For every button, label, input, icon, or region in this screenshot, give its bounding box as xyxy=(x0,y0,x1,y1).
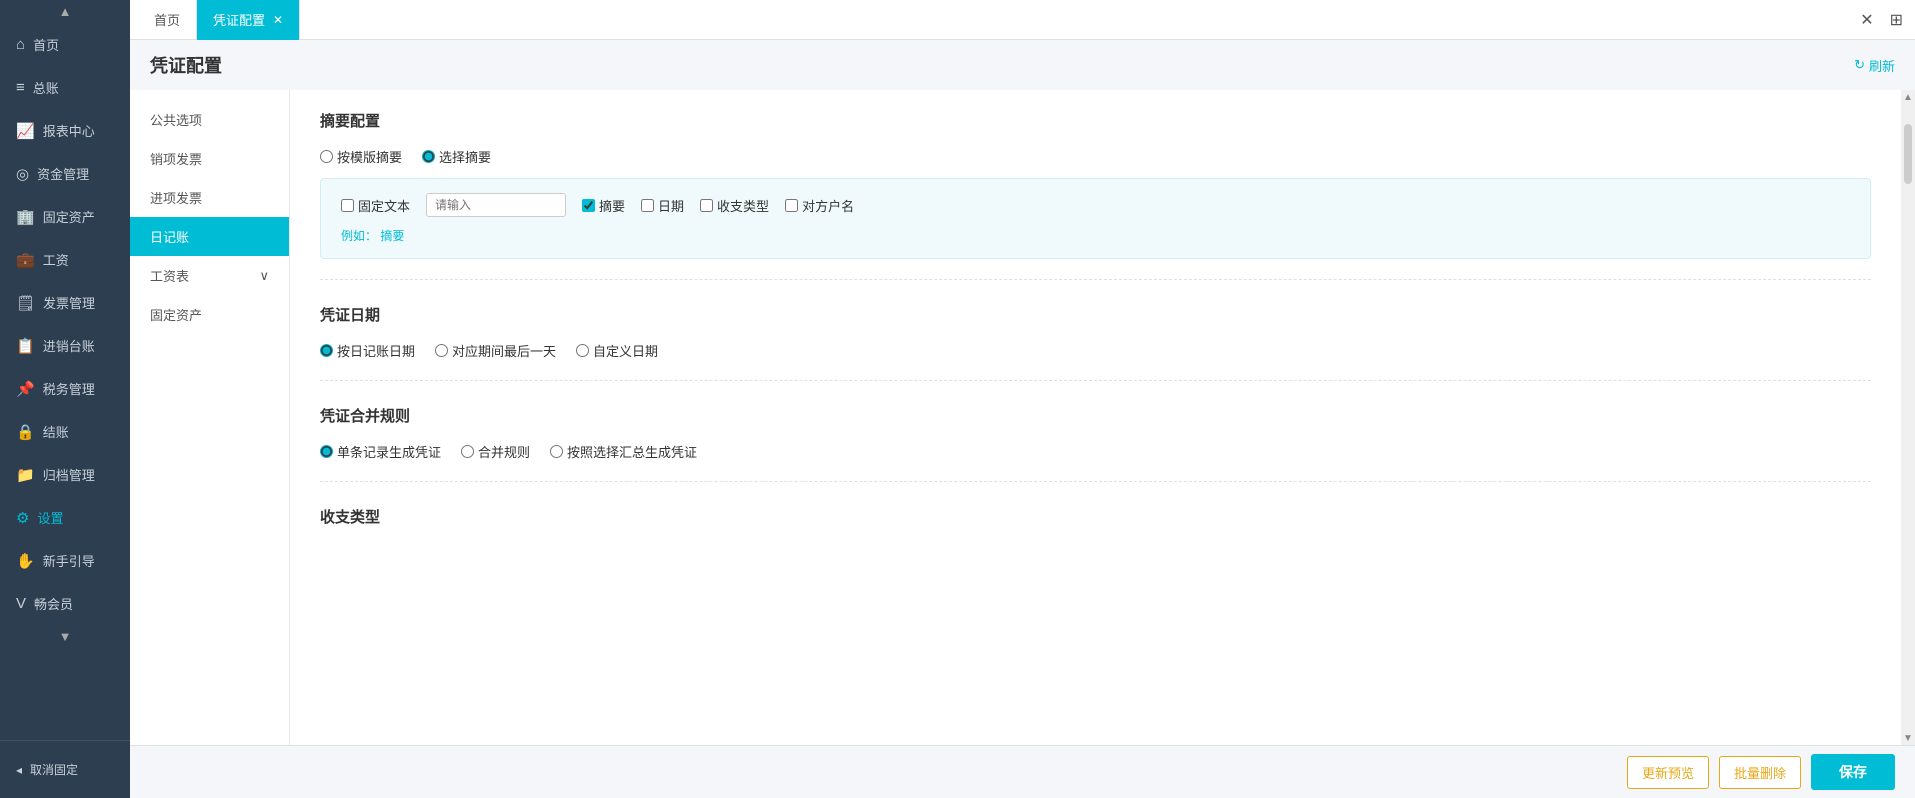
date-checkbox[interactable]: 日期 xyxy=(641,196,684,215)
custom-date-radio[interactable]: 自定义日期 xyxy=(576,341,658,360)
abstract-checkbox-row: 固定文本 摘要 日期 xyxy=(341,193,1850,217)
unpin-button[interactable]: ◂ 取消固定 xyxy=(0,749,130,790)
abstract-config-box: 固定文本 摘要 日期 xyxy=(320,178,1871,259)
batch-delete-button[interactable]: 批量删除 xyxy=(1719,756,1801,789)
sidebar-item-reports[interactable]: 📈 报表中心 xyxy=(0,109,130,152)
voucher-date-radio-group: 按日记账日期 对应期间最后一天 自定义日期 xyxy=(320,341,1871,360)
refresh-icon: ↻ xyxy=(1854,57,1865,73)
voucher-merge-rule-section: 凭证合并规则 单条记录生成凭证 合并规则 按照选择汇总生成凭证 xyxy=(320,405,1871,482)
scroll-up-arrow[interactable]: ▲ xyxy=(1901,90,1915,104)
tax-mgmt-icon: 📌 xyxy=(16,380,35,398)
settings-icon: ⚙ xyxy=(16,509,29,527)
closing-icon: 🔒 xyxy=(16,423,35,441)
close-tab-icon[interactable]: ✕ xyxy=(273,13,283,27)
abstract-config-section: 摘要配置 按模版摘要 选择摘要 xyxy=(320,110,1871,280)
sidebar-item-archive[interactable]: 📁 归档管理 xyxy=(0,453,130,496)
home-icon: ⌂ xyxy=(16,36,25,53)
sidebar-item-fixed-assets[interactable]: 🏢 固定资产 xyxy=(0,195,130,238)
by-journal-date-radio[interactable]: 按日记账日期 xyxy=(320,341,415,360)
sidebar: ▲ ⌂ 首页 ≡ 总账 📈 报表中心 ◎ 资金管理 🏢 固定资产 💼 工资 🗒 … xyxy=(0,0,130,798)
scroll-thumb[interactable] xyxy=(1904,124,1912,184)
fixed-assets-icon: 🏢 xyxy=(16,208,35,226)
guide-icon: ✋ xyxy=(16,552,35,570)
income-type-checkbox[interactable]: 收支类型 xyxy=(700,196,769,215)
fixed-text-input[interactable] xyxy=(426,193,566,217)
income-expense-type-title: 收支类型 xyxy=(320,506,1871,527)
page-header: 凭证配置 ↻ 刷新 xyxy=(130,40,1915,90)
sidebar-item-guide[interactable]: ✋ 新手引导 xyxy=(0,539,130,582)
refresh-button[interactable]: ↻ 刷新 xyxy=(1854,56,1895,75)
abstract-mode-radio-group: 按模版摘要 选择摘要 xyxy=(320,147,1871,166)
template-abstract-radio[interactable]: 按模版摘要 xyxy=(320,147,402,166)
nav-item-journal[interactable]: 日记账 xyxy=(130,217,289,256)
sidebar-bottom: ◂ 取消固定 xyxy=(0,740,130,798)
voucher-date-section: 凭证日期 按日记账日期 对应期间最后一天 自定义日期 xyxy=(320,304,1871,381)
nav-item-fixed-assets[interactable]: 固定资产 xyxy=(130,295,289,334)
single-record-radio[interactable]: 单条记录生成凭证 xyxy=(320,442,441,461)
content-wrapper: 公共选项 销项发票 进项发票 日记账 工资表 ∨ 固定资产 xyxy=(130,90,1915,745)
sidebar-scroll-up[interactable]: ▲ xyxy=(0,0,130,23)
abstract-checkbox[interactable]: 摘要 xyxy=(582,196,625,215)
tab-voucher-config[interactable]: 凭证配置 ✕ xyxy=(197,0,300,40)
expand-arrow-icon: ∨ xyxy=(259,268,269,284)
sidebar-item-closing[interactable]: 🔒 结账 xyxy=(0,410,130,453)
purchase-sales-icon: 📋 xyxy=(16,337,35,355)
right-content: 摘要配置 按模版摘要 选择摘要 xyxy=(290,90,1901,745)
sidebar-item-invoice-mgmt[interactable]: 🗒 发票管理 xyxy=(0,281,130,324)
left-nav: 公共选项 销项发票 进项发票 日记账 工资表 ∨ 固定资产 xyxy=(130,90,290,745)
tab-home[interactable]: 首页 xyxy=(138,0,197,40)
sidebar-item-funds[interactable]: ◎ 资金管理 xyxy=(0,152,130,195)
main-area: 首页 凭证配置 ✕ ✕ ⊞ 凭证配置 ↻ 刷新 公共选项 销项发票 进 xyxy=(130,0,1915,798)
sidebar-item-tax-mgmt[interactable]: 📌 税务管理 xyxy=(0,367,130,410)
sidebar-item-payroll[interactable]: 💼 工资 xyxy=(0,238,130,281)
sidebar-item-ledger[interactable]: ≡ 总账 xyxy=(0,66,130,109)
archive-icon: 📁 xyxy=(16,466,35,484)
sidebar-item-purchase-sales[interactable]: 📋 进销台账 xyxy=(0,324,130,367)
tab-actions: ✕ ⊞ xyxy=(1856,6,1907,34)
nav-item-payroll-table[interactable]: 工资表 ∨ xyxy=(130,256,289,295)
voucher-merge-radio-group: 单条记录生成凭证 合并规则 按照选择汇总生成凭证 xyxy=(320,442,1871,461)
voucher-date-title: 凭证日期 xyxy=(320,304,1871,325)
nav-item-purchase-invoice[interactable]: 进项发票 xyxy=(130,178,289,217)
last-day-of-period-radio[interactable]: 对应期间最后一天 xyxy=(435,341,556,360)
reports-icon: 📈 xyxy=(16,122,35,140)
page-title: 凭证配置 xyxy=(150,52,222,78)
pin-icon: ◂ xyxy=(16,763,22,777)
vip-icon: V xyxy=(16,595,26,612)
tab-bar: 首页 凭证配置 ✕ ✕ ⊞ xyxy=(130,0,1915,40)
scroll-down-arrow[interactable]: ▼ xyxy=(1901,731,1915,745)
invoice-mgmt-icon: 🗒 xyxy=(16,294,35,312)
restore-window-button[interactable]: ✕ xyxy=(1856,6,1877,34)
expand-window-button[interactable]: ⊞ xyxy=(1886,6,1907,34)
by-selection-summary-radio[interactable]: 按照选择汇总生成凭证 xyxy=(550,442,697,461)
payroll-icon: 💼 xyxy=(16,251,35,269)
counterpart-name-checkbox[interactable]: 对方户名 xyxy=(785,196,854,215)
select-abstract-radio[interactable]: 选择摘要 xyxy=(422,147,491,166)
update-preview-button[interactable]: 更新预览 xyxy=(1627,756,1709,789)
abstract-config-title: 摘要配置 xyxy=(320,110,1871,131)
fixed-text-checkbox[interactable]: 固定文本 xyxy=(341,196,410,215)
funds-icon: ◎ xyxy=(16,165,29,183)
save-button[interactable]: 保存 xyxy=(1811,754,1895,790)
bottom-bar: 更新预览 批量删除 保存 xyxy=(130,745,1915,798)
sidebar-item-home[interactable]: ⌂ 首页 xyxy=(0,23,130,66)
sidebar-item-settings[interactable]: ⚙ 设置 xyxy=(0,496,130,539)
scroll-rail: ▲ ▼ xyxy=(1901,90,1915,745)
sidebar-scroll-down[interactable]: ▼ xyxy=(0,625,130,648)
merge-rule-radio[interactable]: 合并规则 xyxy=(461,442,530,461)
voucher-merge-rule-title: 凭证合并规则 xyxy=(320,405,1871,426)
income-expense-type-section: 收支类型 xyxy=(320,506,1871,563)
nav-item-sales-invoice[interactable]: 销项发票 xyxy=(130,139,289,178)
abstract-example: 例如： 摘要 xyxy=(341,227,1850,244)
nav-item-public-options[interactable]: 公共选项 xyxy=(130,100,289,139)
ledger-icon: ≡ xyxy=(16,79,25,96)
sidebar-item-vip[interactable]: V 畅会员 xyxy=(0,582,130,625)
